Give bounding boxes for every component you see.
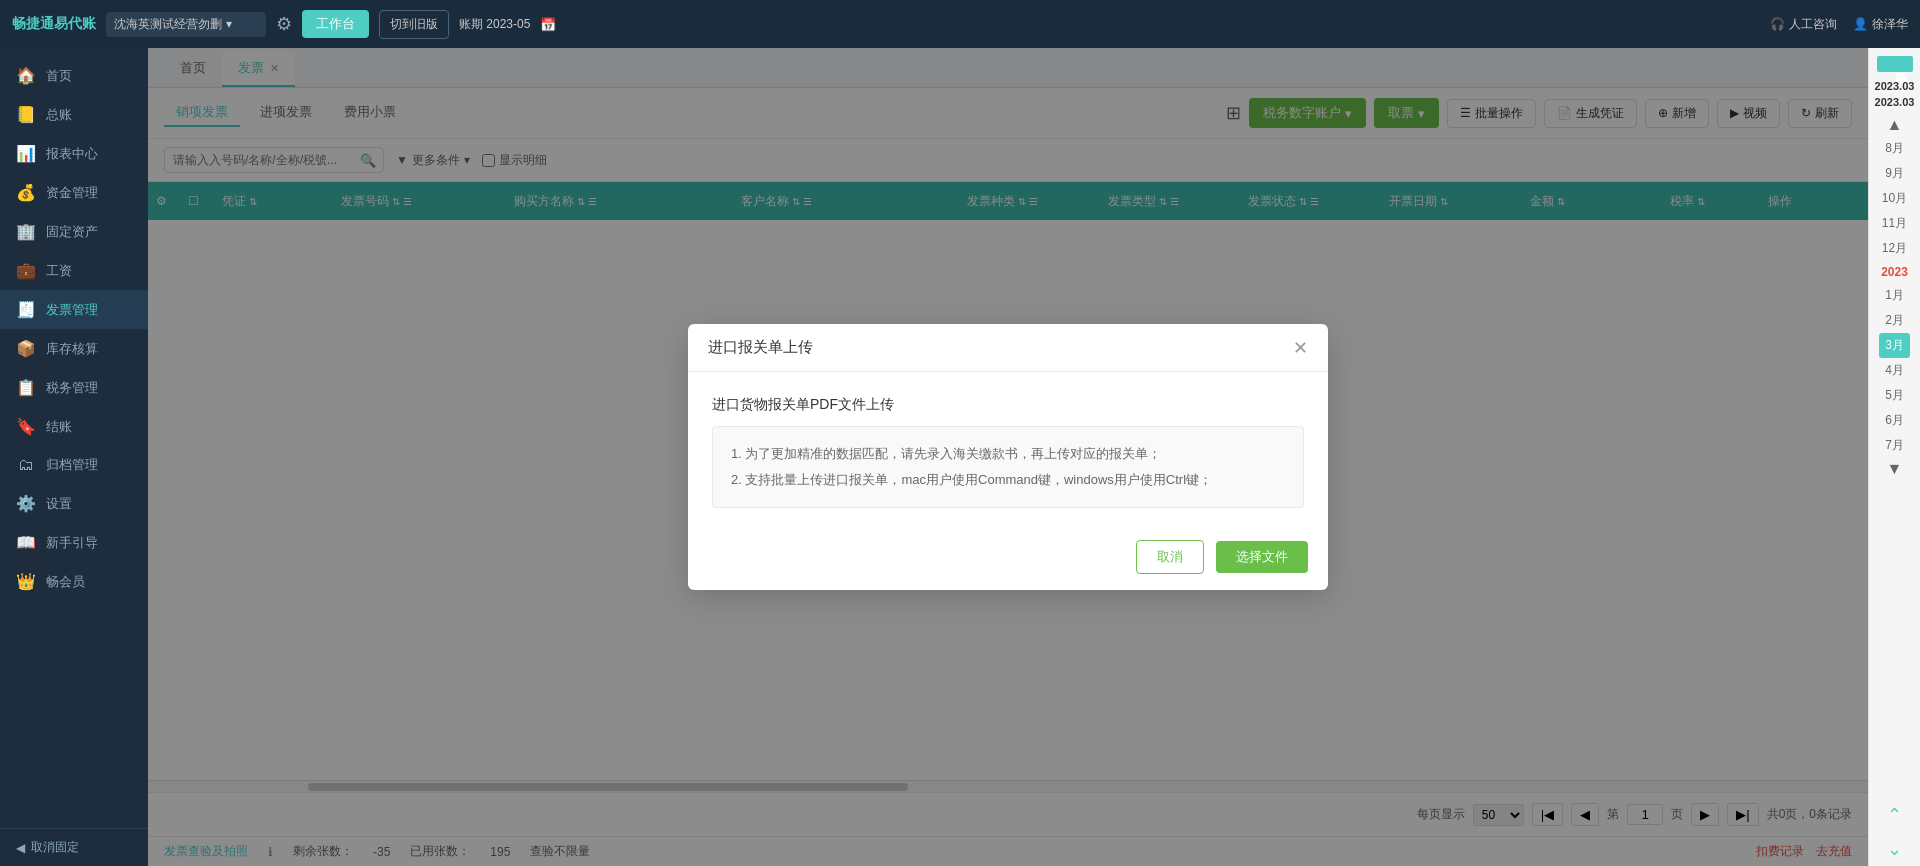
- pin-icon: ◀: [16, 841, 25, 855]
- modal-footer: 取消 选择文件: [688, 524, 1328, 590]
- sidebar-item-tax[interactable]: 📋 税务管理: [0, 368, 148, 407]
- month-4[interactable]: 4月: [1879, 358, 1910, 383]
- import-customs-modal: 进口报关单上传 ✕ 进口货物报关单PDF文件上传 1. 为了更加精准的数据匹配，…: [688, 324, 1328, 590]
- period-header-2: 2023.03: [1873, 94, 1917, 110]
- month-10[interactable]: 10月: [1876, 186, 1913, 211]
- company-selector[interactable]: 沈海英测试经营勿删 ▾: [106, 12, 266, 37]
- user-avatar[interactable]: 👤 徐泽华: [1853, 16, 1908, 33]
- sidebar-label-settings: 设置: [46, 495, 72, 513]
- month-1[interactable]: 1月: [1879, 283, 1910, 308]
- modal-section-title: 进口货物报关单PDF文件上传: [712, 396, 1304, 414]
- sidebar-label-reports: 报表中心: [46, 145, 98, 163]
- assets-icon: 🏢: [16, 222, 36, 241]
- expand-right-panel[interactable]: ⌄: [1881, 832, 1908, 866]
- sidebar-item-home[interactable]: 🏠 首页: [0, 56, 148, 95]
- sidebar-item-ledger[interactable]: 📒 总账: [0, 95, 148, 134]
- reports-icon: 📊: [16, 144, 36, 163]
- support-label: 人工咨询: [1789, 16, 1837, 33]
- modal-title: 进口报关单上传: [708, 338, 813, 357]
- workspace-button[interactable]: 工作台: [302, 10, 369, 38]
- archive-icon: 🗂: [16, 456, 36, 474]
- sidebar-item-assets[interactable]: 🏢 固定资产: [0, 212, 148, 251]
- period-display: 账期 2023-05: [459, 16, 530, 33]
- sidebar-label-home: 首页: [46, 67, 72, 85]
- month-3[interactable]: 3月: [1879, 333, 1910, 358]
- collapse-right-panel[interactable]: ⌃: [1881, 798, 1908, 832]
- avatar-icon: 👤: [1853, 17, 1868, 31]
- inventory-icon: 📦: [16, 339, 36, 358]
- support-icon: 🎧: [1770, 17, 1785, 31]
- month-12[interactable]: 12月: [1876, 236, 1913, 261]
- sidebar-item-guide[interactable]: 📖 新手引导: [0, 523, 148, 562]
- sidebar-item-invoice[interactable]: 🧾 发票管理: [0, 290, 148, 329]
- month-6[interactable]: 6月: [1879, 408, 1910, 433]
- open-date-toggle[interactable]: 开票日期: [1877, 56, 1913, 72]
- sidebar-label-funds: 资金管理: [46, 184, 98, 202]
- switch-version-button[interactable]: 切到旧版: [379, 10, 449, 39]
- sidebar-label-archive: 归档管理: [46, 456, 98, 474]
- period-up-arrow[interactable]: ▲: [1885, 114, 1905, 136]
- sidebar-label-ledger: 总账: [46, 106, 72, 124]
- support-button[interactable]: 🎧 人工咨询: [1770, 16, 1837, 33]
- month-11[interactable]: 11月: [1876, 211, 1913, 236]
- sidebar-label-invoice: 发票管理: [46, 301, 98, 319]
- sidebar-item-settings[interactable]: ⚙️ 设置: [0, 484, 148, 523]
- month-2[interactable]: 2月: [1879, 308, 1910, 333]
- period-down-arrow[interactable]: ▼: [1885, 458, 1905, 480]
- year-2023: 2023: [1875, 261, 1914, 283]
- sidebar-item-funds[interactable]: 💰 资金管理: [0, 173, 148, 212]
- cancel-fixed-label: 取消固定: [31, 839, 79, 856]
- sidebar: 🏠 首页 📒 总账 📊 报表中心 💰 资金管理 🏢 固定资产 💼 工资: [0, 48, 148, 866]
- user-name: 徐泽华: [1872, 16, 1908, 33]
- settings-icon: ⚙️: [16, 494, 36, 513]
- top-right-actions: 🎧 人工咨询 👤 徐泽华: [1770, 16, 1908, 33]
- month-5[interactable]: 5月: [1879, 383, 1910, 408]
- sidebar-label-assets: 固定资产: [46, 223, 98, 241]
- checkout-icon: 🔖: [16, 417, 36, 436]
- modal-body: 进口货物报关单PDF文件上传 1. 为了更加精准的数据匹配，请先录入海关缴款书，…: [688, 372, 1328, 524]
- funds-icon: 💰: [16, 183, 36, 202]
- salary-icon: 💼: [16, 261, 36, 280]
- period-header-1: 2023.03: [1873, 78, 1917, 94]
- company-dropdown-icon: ▾: [226, 17, 232, 31]
- home-icon: 🏠: [16, 66, 36, 85]
- modal-cancel-button[interactable]: 取消: [1136, 540, 1204, 574]
- app-logo: 畅捷通易代账: [12, 15, 96, 33]
- sidebar-label-tax: 税务管理: [46, 379, 98, 397]
- guide-icon: 📖: [16, 533, 36, 552]
- modal-header: 进口报关单上传 ✕: [688, 324, 1328, 372]
- right-panel: 开票日期 2023.03 2023.03 ▲ 8月 9月 10月 11月 12月…: [1868, 48, 1920, 866]
- month-9[interactable]: 9月: [1879, 161, 1910, 186]
- top-bar: 畅捷通易代账 沈海英测试经营勿删 ▾ ⚙ 工作台 切到旧版 账期 2023-05…: [0, 0, 1920, 48]
- ledger-icon: 📒: [16, 105, 36, 124]
- sidebar-item-checkout[interactable]: 🔖 结账: [0, 407, 148, 446]
- sidebar-item-salary[interactable]: 💼 工资: [0, 251, 148, 290]
- member-icon: 👑: [16, 572, 36, 591]
- content-area: 首页 发票 ✕ 销项发票 进项发票 费用小票 ⊞ 税务数字账户 ▾: [148, 48, 1868, 866]
- sidebar-cancel-fixed[interactable]: ◀ 取消固定: [0, 828, 148, 866]
- tax-icon: 📋: [16, 378, 36, 397]
- sidebar-item-reports[interactable]: 📊 报表中心: [0, 134, 148, 173]
- sidebar-item-member[interactable]: 👑 畅会员: [0, 562, 148, 601]
- modal-select-file-button[interactable]: 选择文件: [1216, 541, 1308, 573]
- sidebar-label-salary: 工资: [46, 262, 72, 280]
- sidebar-item-archive[interactable]: 🗂 归档管理: [0, 446, 148, 484]
- sidebar-label-guide: 新手引导: [46, 534, 98, 552]
- sidebar-label-member: 畅会员: [46, 573, 85, 591]
- sidebar-label-checkout: 结账: [46, 418, 72, 436]
- modal-info-box: 1. 为了更加精准的数据匹配，请先录入海关缴款书，再上传对应的报关单； 2. 支…: [712, 426, 1304, 508]
- sidebar-label-inventory: 库存核算: [46, 340, 98, 358]
- company-name: 沈海英测试经营勿删: [114, 16, 222, 33]
- modal-info-item-1: 1. 为了更加精准的数据匹配，请先录入海关缴款书，再上传对应的报关单；: [731, 441, 1285, 467]
- sidebar-item-inventory[interactable]: 📦 库存核算: [0, 329, 148, 368]
- modal-info-item-2: 2. 支持批量上传进口报关单，mac用户使用Command键，windows用户…: [731, 467, 1285, 493]
- company-settings-icon[interactable]: ⚙: [276, 13, 292, 35]
- month-7[interactable]: 7月: [1879, 433, 1910, 458]
- modal-close-button[interactable]: ✕: [1293, 339, 1308, 357]
- invoice-icon: 🧾: [16, 300, 36, 319]
- month-8[interactable]: 8月: [1879, 136, 1910, 161]
- period-calendar-icon[interactable]: 📅: [540, 17, 556, 32]
- modal-overlay[interactable]: 进口报关单上传 ✕ 进口货物报关单PDF文件上传 1. 为了更加精准的数据匹配，…: [148, 48, 1868, 866]
